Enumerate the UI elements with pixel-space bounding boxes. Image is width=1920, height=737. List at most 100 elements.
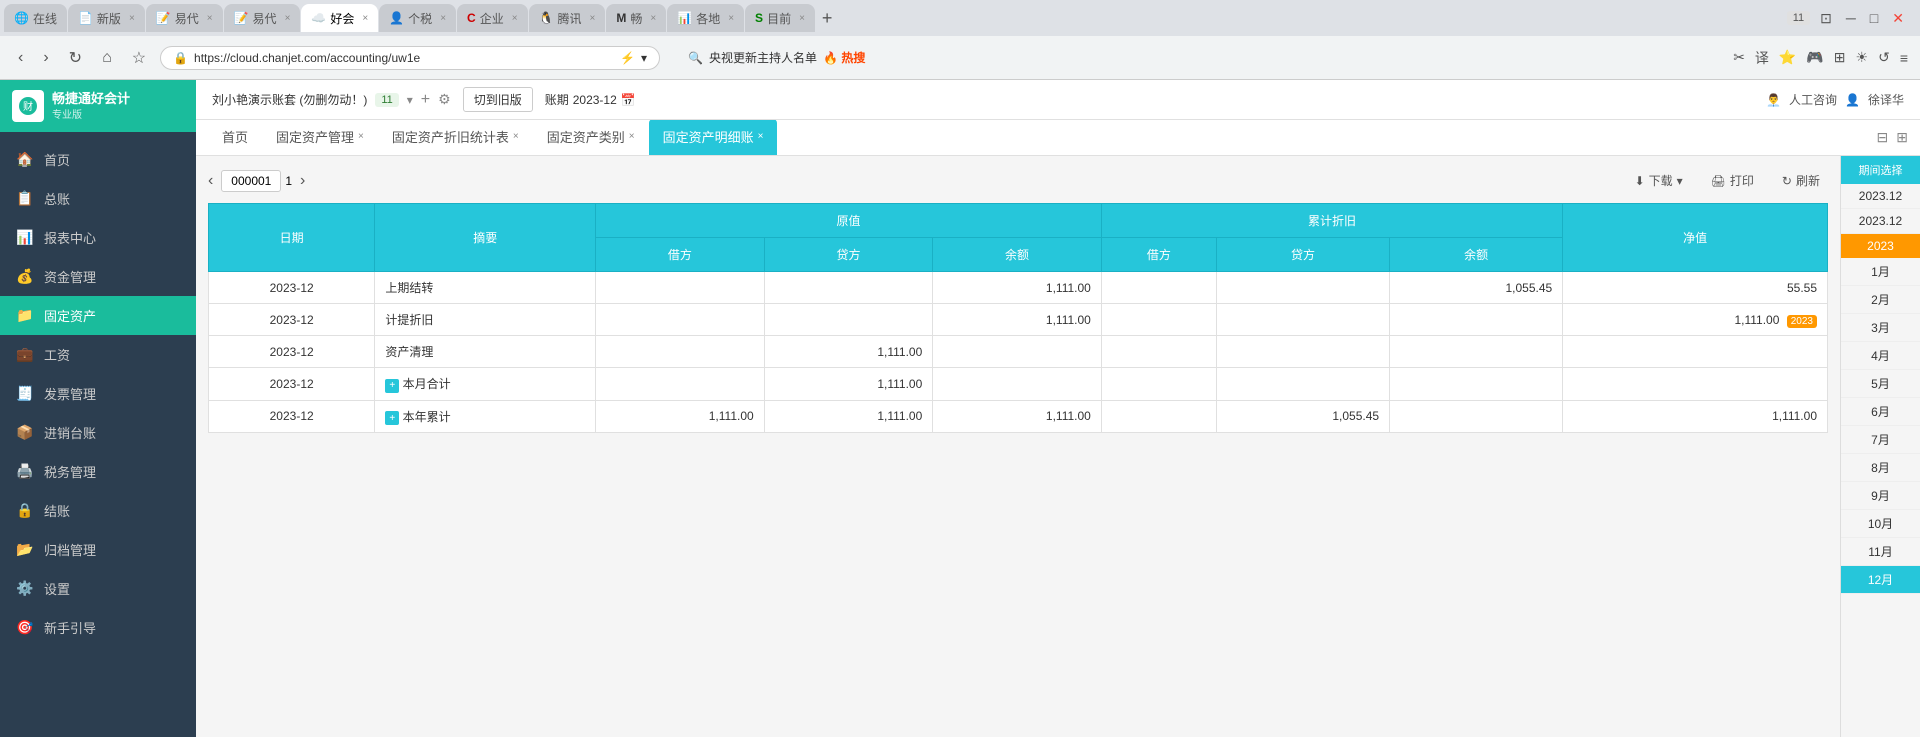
sidebar-label-settings: 设置	[44, 579, 70, 598]
browser-tab-geshui[interactable]: 👤 个税 ×	[379, 4, 456, 32]
browser-tab-chang[interactable]: M 畅 ×	[606, 4, 666, 32]
page-tab-fixed-assets-mgmt[interactable]: 固定资产管理 ×	[262, 120, 378, 156]
brightness-icon[interactable]: ☀	[1856, 49, 1869, 66]
svg-text:财: 财	[23, 100, 33, 113]
period-item-jun[interactable]: 6月	[1841, 398, 1920, 426]
page-tab-fixed-assets-category[interactable]: 固定资产类别 ×	[533, 120, 649, 156]
download-button[interactable]: ⬇ 下载 ▾	[1627, 168, 1691, 193]
browser-tab-tencent[interactable]: 🐧 腾讯 ×	[529, 4, 606, 32]
reload-button[interactable]: ↻	[63, 46, 88, 70]
sidebar-item-purchase-sales[interactable]: 📦 进销台账	[0, 413, 196, 452]
bookmark-button[interactable]: ☆	[126, 46, 152, 70]
forward-button[interactable]: ›	[37, 47, 54, 69]
page-tab-fixed-assets-detail[interactable]: 固定资产明细账 ×	[649, 120, 778, 156]
period-item-aug[interactable]: 8月	[1841, 454, 1920, 482]
sidebar-item-archive[interactable]: 📂 归档管理	[0, 530, 196, 569]
period-item-selected-2[interactable]: 2023.12	[1841, 209, 1920, 234]
sidebar-item-reports[interactable]: 📊 报表中心	[0, 218, 196, 257]
sidebar-item-payroll[interactable]: 💼 工资	[0, 335, 196, 374]
tab-close-yidai1[interactable]: ×	[207, 13, 213, 24]
page-tab-close-fixed-assets-mgmt[interactable]: ×	[358, 131, 364, 142]
human-service-label[interactable]: 人工咨询	[1789, 91, 1837, 108]
calendar-icon[interactable]: 📅	[621, 93, 636, 107]
home-button[interactable]: ⌂	[96, 47, 118, 69]
url-bar[interactable]: 🔒 https://cloud.chanjet.com/accounting/u…	[160, 46, 660, 70]
period-item-sep[interactable]: 9月	[1841, 482, 1920, 510]
period-year-label[interactable]: 2023	[1841, 234, 1920, 258]
sidebar-item-home[interactable]: 🏠 首页	[0, 140, 196, 179]
sidebar-item-ledger[interactable]: 📋 总账	[0, 179, 196, 218]
print-button[interactable]: 🖨 打印	[1703, 168, 1762, 193]
sidebar-item-guide[interactable]: 🎯 新手引导	[0, 608, 196, 647]
minimize-window-btn[interactable]: ─	[1842, 10, 1860, 26]
sidebar-item-settle[interactable]: 🔒 结账	[0, 491, 196, 530]
add-account-button[interactable]: +	[421, 91, 430, 109]
browser-tab-yidai1[interactable]: 📝 易代 ×	[146, 4, 223, 32]
browser-tab-muqian[interactable]: S 目前 ×	[745, 4, 815, 32]
hot-search-label[interactable]: 🔥 热搜	[823, 49, 865, 66]
sidebar-item-tax[interactable]: 🖨️ 税务管理	[0, 452, 196, 491]
switch-old-version-button[interactable]: 切到旧版	[463, 87, 533, 112]
panel-shrink-button[interactable]: ⊟	[1877, 129, 1889, 146]
sidebar-item-invoice[interactable]: 🧾 发票管理	[0, 374, 196, 413]
sidebar-item-fixed-assets[interactable]: 📁 固定资产	[0, 296, 196, 335]
game-icon[interactable]: 🎮	[1806, 49, 1823, 66]
grid-icon[interactable]: ⊞	[1834, 49, 1846, 66]
table-row: 2023-12 计提折旧 1,111.00 1,111.00 2023	[209, 304, 1828, 336]
period-item-nov[interactable]: 11月	[1841, 538, 1920, 566]
tab-close-geshui[interactable]: ×	[440, 13, 446, 24]
sidebar-item-settings[interactable]: ⚙️ 设置	[0, 569, 196, 608]
next-record-button[interactable]: ›	[300, 172, 305, 190]
page-tab-depreciation-stats[interactable]: 固定资产折旧统计表 ×	[378, 120, 533, 156]
period-item-dec[interactable]: 12月	[1841, 566, 1920, 594]
sidebar-item-funds[interactable]: 💰 资金管理	[0, 257, 196, 296]
page-tab-home[interactable]: 首页	[208, 120, 262, 156]
tab-close-qiye[interactable]: ×	[512, 13, 518, 24]
period-item-jul[interactable]: 7月	[1841, 426, 1920, 454]
browser-tab-yidai2[interactable]: 📝 易代 ×	[224, 4, 301, 32]
page-tab-close-fixed-assets-category[interactable]: ×	[629, 131, 635, 142]
tab-close-gedi[interactable]: ×	[728, 13, 734, 24]
prev-record-button[interactable]: ‹	[208, 172, 213, 190]
translate-icon[interactable]: 译	[1755, 48, 1769, 68]
back-button[interactable]: ‹	[12, 47, 29, 69]
dropdown-icon[interactable]: ▾	[407, 93, 413, 107]
browser-tab-haokuai[interactable]: ☁️ 好会 ×	[301, 4, 378, 32]
browser-tab-gedi[interactable]: 📊 各地 ×	[667, 4, 744, 32]
record-number-input[interactable]	[221, 170, 281, 192]
period-item-mar[interactable]: 3月	[1841, 314, 1920, 342]
browser-tab-qiye[interactable]: C 企业 ×	[457, 4, 528, 32]
period-item-jan[interactable]: 1月	[1841, 258, 1920, 286]
scissors-icon[interactable]: ✂	[1733, 49, 1745, 66]
refresh-button[interactable]: ↻ 刷新	[1774, 168, 1828, 193]
th-orig-credit: 贷方	[764, 238, 933, 272]
tab-count-badge[interactable]: 11	[1787, 11, 1810, 25]
browser-tab-new[interactable]: 📄 新版 ×	[68, 4, 145, 32]
new-tab-button[interactable]: +	[816, 8, 839, 29]
period-item-feb[interactable]: 2月	[1841, 286, 1920, 314]
browser-tab-online[interactable]: 🌐 在线	[4, 4, 67, 32]
tab-close-muqian[interactable]: ×	[799, 13, 805, 24]
page-tab-close-depreciation-stats[interactable]: ×	[513, 131, 519, 142]
tab-close-chang[interactable]: ×	[650, 13, 656, 24]
page-tab-fixed-assets-mgmt-label: 固定资产管理	[276, 127, 354, 146]
restore-window-btn[interactable]: ⊡	[1816, 10, 1836, 27]
tab-close-new[interactable]: ×	[129, 13, 135, 24]
period-item-oct[interactable]: 10月	[1841, 510, 1920, 538]
undo-icon[interactable]: ↺	[1878, 49, 1890, 66]
close-window-btn[interactable]: ✕	[1888, 10, 1908, 27]
period-item-selected-1[interactable]: 2023.12	[1841, 184, 1920, 209]
period-item-may[interactable]: 5月	[1841, 370, 1920, 398]
menu-icon[interactable]: ≡	[1900, 50, 1908, 66]
page-tab-home-label: 首页	[222, 127, 248, 146]
tab-close-yidai2[interactable]: ×	[285, 13, 291, 24]
panel-expand-button[interactable]: ⊞	[1896, 129, 1908, 146]
maximize-window-btn[interactable]: □	[1866, 10, 1882, 26]
tab-close-tencent[interactable]: ×	[590, 13, 596, 24]
page-tab-close-fixed-assets-detail[interactable]: ×	[758, 131, 764, 142]
star-icon[interactable]: ⭐	[1779, 49, 1796, 66]
archive-icon: 📂	[16, 541, 34, 559]
tab-close-haokuai[interactable]: ×	[362, 13, 368, 24]
period-item-apr[interactable]: 4月	[1841, 342, 1920, 370]
settings-gear-button[interactable]: ⚙	[438, 91, 451, 108]
